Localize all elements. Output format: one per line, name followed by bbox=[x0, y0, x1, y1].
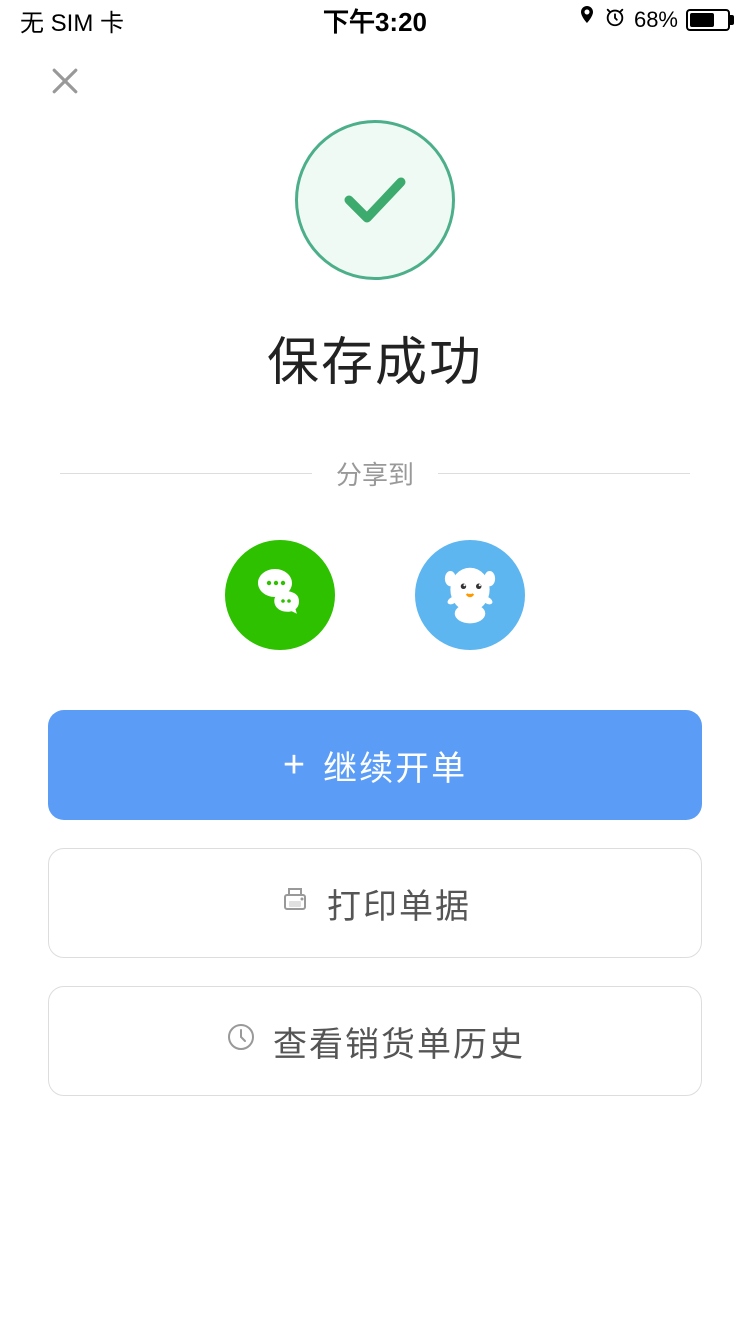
alarm-icon bbox=[604, 6, 626, 34]
divider-right bbox=[438, 473, 690, 474]
close-button[interactable] bbox=[40, 56, 90, 106]
plus-icon: + bbox=[283, 744, 307, 787]
carrier-text: 无 SIM 卡 bbox=[20, 3, 124, 38]
share-section: 分享到 bbox=[0, 455, 750, 650]
history-button[interactable]: 查看销货单历史 bbox=[48, 986, 702, 1096]
location-icon bbox=[578, 6, 596, 34]
continue-order-label: 继续开单 bbox=[323, 741, 467, 790]
battery-percent: 68% bbox=[634, 7, 678, 33]
divider-left bbox=[60, 473, 312, 474]
continue-order-button[interactable]: + 继续开单 bbox=[48, 710, 702, 820]
status-left: 无 SIM 卡 bbox=[20, 3, 132, 38]
main-content: 保存成功 分享到 bbox=[0, 40, 750, 1096]
status-right: 68% bbox=[578, 6, 730, 34]
battery-icon bbox=[686, 9, 730, 31]
clock-icon bbox=[225, 1021, 257, 1061]
action-buttons: + 继续开单 打印单据 查看销货单历史 bbox=[0, 710, 750, 1096]
success-icon-circle bbox=[295, 120, 455, 280]
print-button[interactable]: 打印单据 bbox=[48, 848, 702, 958]
wechat-share-button[interactable] bbox=[225, 540, 335, 650]
success-title: 保存成功 bbox=[267, 320, 483, 395]
share-icons-row bbox=[225, 540, 525, 650]
share-divider: 分享到 bbox=[0, 455, 750, 492]
share-label: 分享到 bbox=[336, 455, 414, 492]
status-bar: 无 SIM 卡 下午3:20 68% bbox=[0, 0, 750, 40]
history-label: 查看销货单历史 bbox=[273, 1017, 525, 1066]
checkmark-icon bbox=[335, 158, 415, 243]
print-label: 打印单据 bbox=[327, 879, 471, 928]
printer-icon bbox=[279, 883, 311, 923]
status-time: 下午3:20 bbox=[323, 2, 427, 39]
qq-share-button[interactable] bbox=[415, 540, 525, 650]
